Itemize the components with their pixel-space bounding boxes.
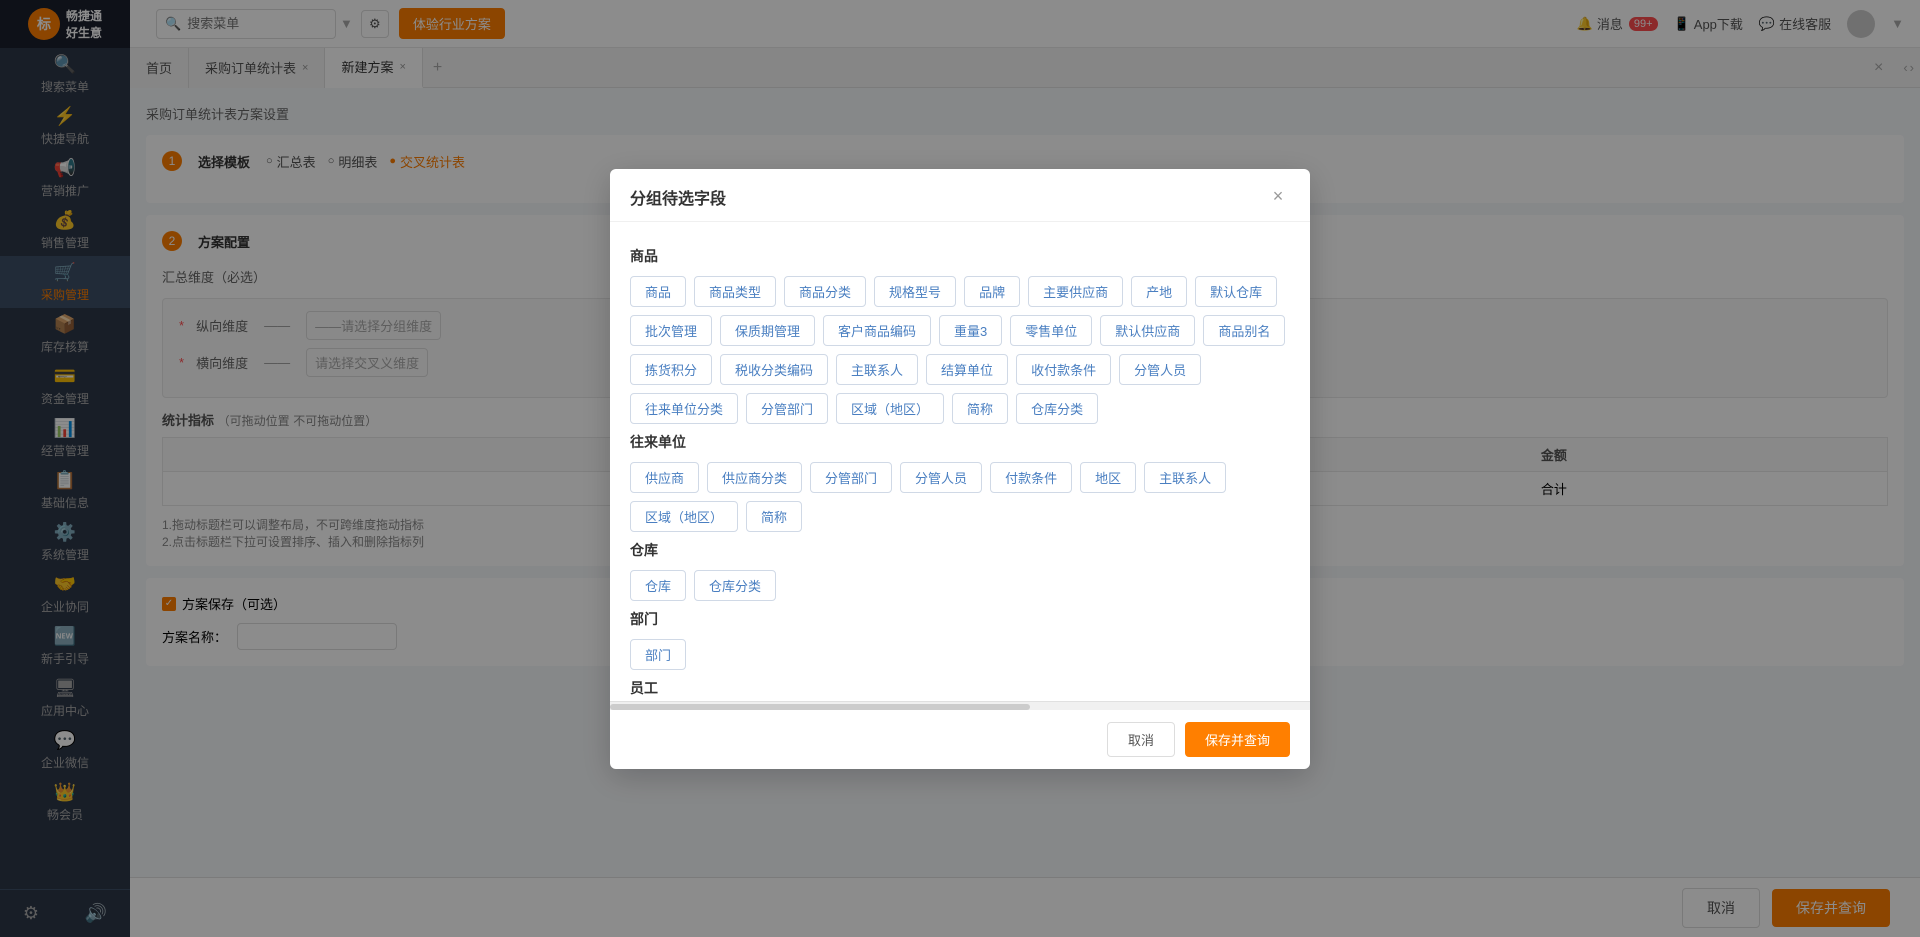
field-chip-简称[interactable]: 简称	[746, 501, 802, 532]
section-title-部门: 部门	[630, 609, 1290, 629]
field-chip-往来单位分类[interactable]: 往来单位分类	[630, 393, 738, 424]
field-chip-结算单位[interactable]: 结算单位	[926, 354, 1008, 385]
field-chip-仓库分类[interactable]: 仓库分类	[1016, 393, 1098, 424]
section-title-商品: 商品	[630, 246, 1290, 266]
field-chip-区域（地区）[interactable]: 区域（地区）	[836, 393, 944, 424]
modal-title: 分组待选字段	[630, 185, 726, 209]
field-grid-仓库: 仓库仓库分类	[630, 570, 1290, 601]
field-chip-仓库[interactable]: 仓库	[630, 570, 686, 601]
field-chip-分管部门[interactable]: 分管部门	[810, 462, 892, 493]
modal-body: 商品商品商品类型商品分类规格型号品牌主要供应商产地默认仓库批次管理保质期管理客户…	[610, 222, 1310, 701]
field-chip-分管人员[interactable]: 分管人员	[900, 462, 982, 493]
field-chip-产地[interactable]: 产地	[1131, 276, 1187, 307]
modal: 分组待选字段 × 商品商品商品类型商品分类规格型号品牌主要供应商产地默认仓库批次…	[610, 169, 1310, 769]
field-chip-付款条件[interactable]: 付款条件	[990, 462, 1072, 493]
field-chip-默认供应商[interactable]: 默认供应商	[1100, 315, 1195, 346]
field-chip-拣货积分[interactable]: 拣货积分	[630, 354, 712, 385]
field-chip-税收分类编码[interactable]: 税收分类编码	[720, 354, 828, 385]
field-chip-商品别名[interactable]: 商品别名	[1203, 315, 1285, 346]
field-chip-规格型号[interactable]: 规格型号	[874, 276, 956, 307]
field-chip-供应商分类[interactable]: 供应商分类	[707, 462, 802, 493]
field-chip-部门[interactable]: 部门	[630, 639, 686, 670]
field-chip-收付款条件[interactable]: 收付款条件	[1016, 354, 1111, 385]
field-chip-区域（地区）[interactable]: 区域（地区）	[630, 501, 738, 532]
field-grid-部门: 部门	[630, 639, 1290, 670]
modal-cancel-button[interactable]: 取消	[1107, 722, 1175, 757]
field-chip-仓库分类[interactable]: 仓库分类	[694, 570, 776, 601]
field-chip-主联系人[interactable]: 主联系人	[836, 354, 918, 385]
field-chip-供应商[interactable]: 供应商	[630, 462, 699, 493]
field-chip-商品分类[interactable]: 商品分类	[784, 276, 866, 307]
modal-confirm-button[interactable]: 保存并查询	[1185, 722, 1290, 757]
field-chip-商品[interactable]: 商品	[630, 276, 686, 307]
field-grid-往来单位: 供应商供应商分类分管部门分管人员付款条件地区主联系人区域（地区） 简称	[630, 462, 1290, 532]
field-chip-重量3[interactable]: 重量3	[939, 315, 1002, 346]
modal-footer: 取消 保存并查询	[610, 709, 1310, 769]
field-chip-保质期管理[interactable]: 保质期管理	[720, 315, 815, 346]
field-chip-默认仓库[interactable]: 默认仓库	[1195, 276, 1277, 307]
field-chip-主联系人[interactable]: 主联系人	[1144, 462, 1226, 493]
field-grid-商品: 商品商品类型商品分类规格型号品牌主要供应商产地默认仓库批次管理保质期管理客户商品…	[630, 276, 1290, 424]
field-chip-地区[interactable]: 地区	[1080, 462, 1136, 493]
field-chip-客户商品编码[interactable]: 客户商品编码	[823, 315, 931, 346]
field-chip-商品类型[interactable]: 商品类型	[694, 276, 776, 307]
modal-close-button[interactable]: ×	[1266, 185, 1290, 209]
field-chip-品牌[interactable]: 品牌	[964, 276, 1020, 307]
modal-overlay: 分组待选字段 × 商品商品商品类型商品分类规格型号品牌主要供应商产地默认仓库批次…	[0, 0, 1920, 937]
section-title-往来单位: 往来单位	[630, 432, 1290, 452]
field-chip-零售单位[interactable]: 零售单位	[1010, 315, 1092, 346]
modal-header: 分组待选字段 ×	[610, 169, 1310, 222]
horizontal-scrollbar[interactable]	[610, 701, 1310, 709]
section-title-员工: 员工	[630, 678, 1290, 698]
field-chip-批次管理[interactable]: 批次管理	[630, 315, 712, 346]
field-chip-主要供应商[interactable]: 主要供应商	[1028, 276, 1123, 307]
section-title-仓库: 仓库	[630, 540, 1290, 560]
field-chip-分管人员[interactable]: 分管人员	[1119, 354, 1201, 385]
scrollbar-thumb[interactable]	[610, 704, 1030, 710]
field-chip-分管部门[interactable]: 分管部门	[746, 393, 828, 424]
field-chip-简称[interactable]: 简称	[952, 393, 1008, 424]
